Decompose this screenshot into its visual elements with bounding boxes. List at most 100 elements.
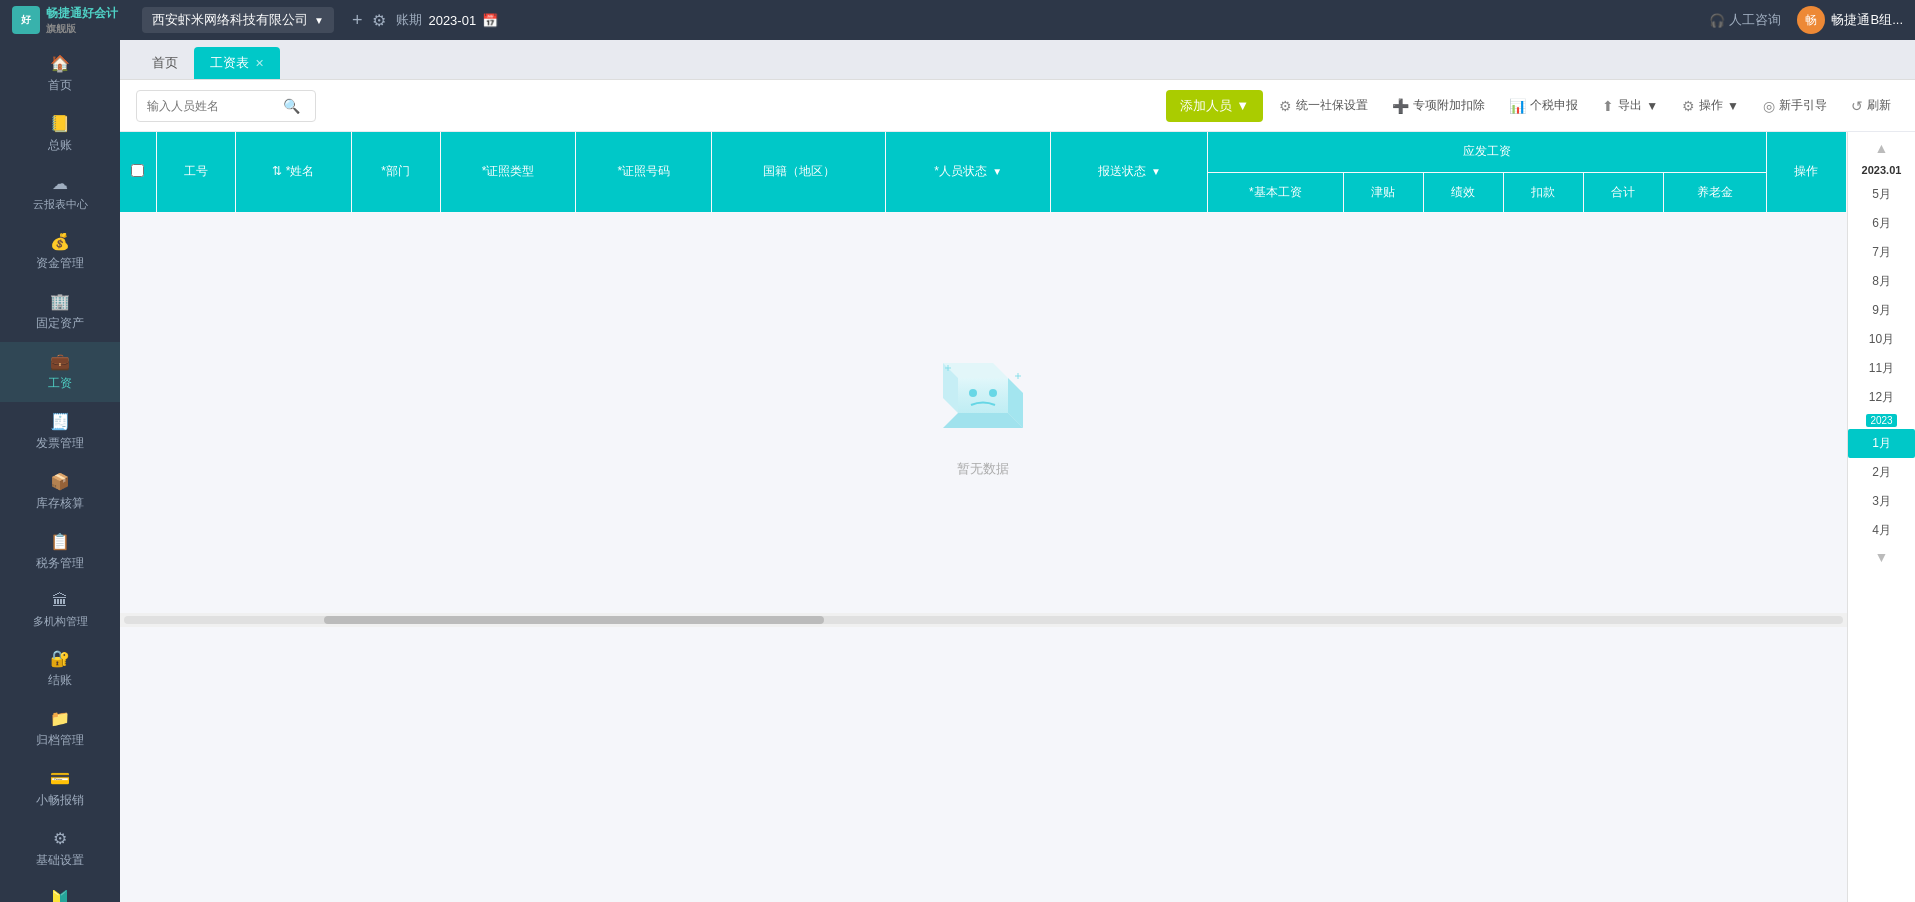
scroll-thumb[interactable] — [324, 616, 824, 624]
month-7[interactable]: 7月 — [1848, 238, 1915, 267]
top-bar: 好 畅捷通好会计 旗舰版 西安虾米网络科技有限公司 ▼ + ⚙ 账期 2023-… — [0, 0, 1915, 40]
calendar-icon[interactable]: 📅 — [482, 13, 498, 28]
header-name: ⇅ *姓名 — [236, 132, 351, 212]
month-1[interactable]: 1月 — [1848, 429, 1915, 458]
select-all-checkbox[interactable] — [131, 164, 144, 177]
tax-report-button[interactable]: 📊 个税申报 — [1501, 90, 1586, 122]
month-2[interactable]: 2月 — [1848, 458, 1915, 487]
archive-icon: 📁 — [50, 709, 70, 728]
empty-illustration — [933, 348, 1033, 448]
header-person-status: *人员状态 ▼ — [885, 132, 1051, 212]
header-old-age: 养老金 — [1663, 172, 1766, 212]
sidebar-label-expense: 小畅报销 — [36, 792, 84, 809]
period-value: 2023-01 — [428, 13, 476, 28]
sidebar-label-assets: 固定资产 — [36, 315, 84, 332]
sidebar-item-funds[interactable]: 💰 资金管理 — [0, 222, 120, 282]
sidebar-item-expense[interactable]: 💳 小畅报销 — [0, 759, 120, 819]
app-name: 畅捷通好会计 — [46, 5, 118, 22]
sidebar-item-salary[interactable]: 💼 工资 — [0, 342, 120, 402]
sidebar-item-archive[interactable]: 📁 归档管理 — [0, 699, 120, 759]
search-icon: 🔍 — [283, 98, 300, 114]
refresh-label: 刷新 — [1867, 97, 1891, 114]
sidebar-item-cloud[interactable]: ☁ 云报表中心 — [0, 164, 120, 222]
company-name: 西安虾米网络科技有限公司 — [152, 11, 308, 29]
sidebar-item-assets[interactable]: 🏢 固定资产 — [0, 282, 120, 342]
header-region: 国籍（地区） — [712, 132, 886, 212]
operations-button[interactable]: ⚙ 操作 ▼ — [1674, 90, 1747, 122]
deduction-icon: ➕ — [1392, 98, 1409, 114]
sidebar-item-closing[interactable]: 🔐 结账 — [0, 639, 120, 699]
tab-home[interactable]: 首页 — [136, 47, 194, 79]
month-6[interactable]: 6月 — [1848, 209, 1915, 238]
month-9[interactable]: 9月 — [1848, 296, 1915, 325]
sidebar-label-closing: 结账 — [48, 672, 72, 689]
service-button[interactable]: 🎧 人工咨询 — [1709, 11, 1781, 29]
header-salary-group: 应发工资 — [1207, 132, 1766, 172]
operations-label: 操作 — [1699, 97, 1723, 114]
tab-close-icon[interactable]: ✕ — [255, 57, 264, 70]
sidebar-label-salary: 工资 — [48, 375, 72, 392]
main-layout: 🏠 首页 📒 总账 ☁ 云报表中心 💰 资金管理 🏢 固定资产 💼 工资 🧾 发… — [0, 40, 1915, 902]
tax-report-label: 个税申报 — [1530, 97, 1578, 114]
sidebar-item-inventory[interactable]: 📦 库存核算 — [0, 462, 120, 522]
new-guide-label: 新手引导 — [1779, 97, 1827, 114]
settings-button[interactable]: ⚙ — [372, 11, 386, 30]
svg-marker-2 — [958, 378, 1008, 413]
sidebar-item-tax[interactable]: 📋 税务管理 — [0, 522, 120, 582]
person-status-filter-icon[interactable]: ▼ — [992, 166, 1002, 177]
scroll-track — [124, 616, 1843, 624]
tab-salary-table[interactable]: 工资表 ✕ — [194, 47, 280, 79]
export-label: 导出 — [1618, 97, 1642, 114]
search-box: 🔍 — [136, 90, 316, 122]
sidebar-item-invoice[interactable]: 🧾 发票管理 — [0, 402, 120, 462]
inventory-icon: 📦 — [50, 472, 70, 491]
report-status-filter-icon[interactable]: ▼ — [1151, 166, 1161, 177]
assets-icon: 🏢 — [50, 292, 70, 311]
sidebar-label-home: 首页 — [48, 77, 72, 94]
empty-text: 暂无数据 — [957, 460, 1009, 478]
period-label: 账期 2023-01 📅 — [396, 11, 498, 29]
special-deduction-button[interactable]: ➕ 专项附加扣除 — [1384, 90, 1493, 122]
add-company-button[interactable]: + — [352, 10, 363, 31]
app-logo: 好 畅捷通好会计 旗舰版 — [12, 5, 132, 36]
down-arrow-button[interactable]: ▼ — [1871, 545, 1893, 569]
add-person-button[interactable]: 添加人员 ▼ — [1166, 90, 1263, 122]
horizontal-scrollbar[interactable] — [120, 613, 1847, 627]
expense-icon: 💳 — [50, 769, 70, 788]
header-allowance: 津贴 — [1343, 172, 1423, 212]
month-8[interactable]: 8月 — [1848, 267, 1915, 296]
company-selector[interactable]: 西安虾米网络科技有限公司 ▼ — [142, 7, 334, 33]
user-info[interactable]: 畅 畅捷通B组... — [1797, 6, 1903, 34]
month-5[interactable]: 5月 — [1848, 180, 1915, 209]
export-button[interactable]: ⬆ 导出 ▼ — [1594, 90, 1666, 122]
funds-icon: 💰 — [50, 232, 70, 251]
sidebar-item-ledger[interactable]: 📒 总账 — [0, 104, 120, 164]
month-4[interactable]: 4月 — [1848, 516, 1915, 545]
month-3[interactable]: 3月 — [1848, 487, 1915, 516]
refresh-button[interactable]: ↺ 刷新 — [1843, 90, 1899, 122]
sidebar-item-settings[interactable]: ⚙ 基础设置 — [0, 819, 120, 879]
period-display: 2023.01 — [1858, 160, 1906, 180]
export-icon: ⬆ — [1602, 98, 1614, 114]
new-guide-button[interactable]: ◎ 新手引导 — [1755, 90, 1835, 122]
table-area: 工号 ⇅ *姓名 *部门 *证照类型 *证照号码 国籍（地区） *人员状态 ▼ … — [120, 132, 1847, 902]
invoice-icon: 🧾 — [50, 412, 70, 431]
social-label: 统一社保设置 — [1296, 97, 1368, 114]
toolbar: 🔍 添加人员 ▼ ⚙ 统一社保设置 ➕ 专项附加扣除 📊 个税申报 ⬆ 导出 — [120, 80, 1915, 132]
sidebar-item-home[interactable]: 🏠 首页 — [0, 44, 120, 104]
content-area: 首页 工资表 ✕ 🔍 添加人员 ▼ ⚙ 统一社保设置 ➕ — [120, 40, 1915, 902]
header-checkbox-cell — [120, 132, 156, 212]
svg-point-5 — [969, 389, 977, 397]
app-version: 旗舰版 — [46, 22, 118, 36]
month-11[interactable]: 11月 — [1848, 354, 1915, 383]
sidebar-label-settings: 基础设置 — [36, 852, 84, 869]
search-input[interactable] — [147, 99, 277, 113]
up-arrow-button[interactable]: ▲ — [1871, 136, 1893, 160]
social-settings-button[interactable]: ⚙ 统一社保设置 — [1271, 90, 1376, 122]
table-body: 暂无数据 — [120, 212, 1847, 613]
sidebar-item-multi[interactable]: 🏛 多机构管理 — [0, 582, 120, 639]
month-12[interactable]: 12月 — [1848, 383, 1915, 412]
deduction-label: 专项附加扣除 — [1413, 97, 1485, 114]
month-10[interactable]: 10月 — [1848, 325, 1915, 354]
sidebar-item-guide[interactable]: 🔰 新手引导 — [0, 879, 120, 902]
